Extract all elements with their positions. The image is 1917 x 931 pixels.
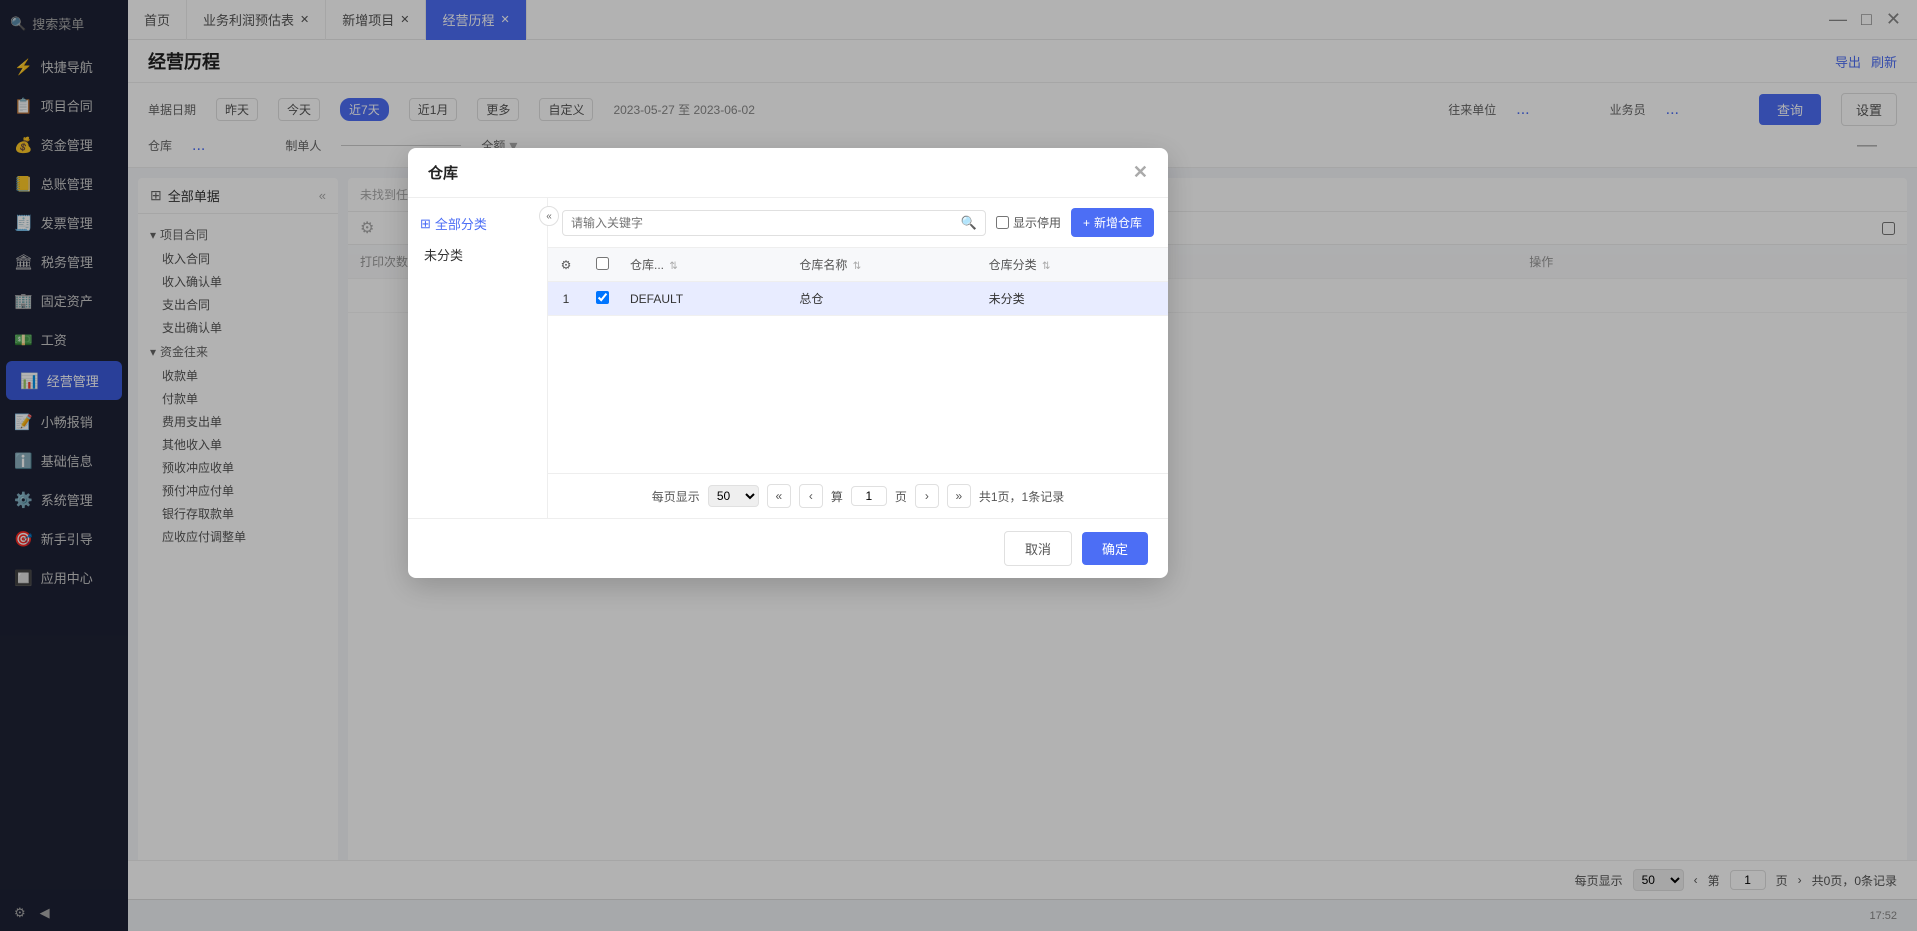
- confirm-button[interactable]: 确定: [1082, 532, 1148, 565]
- add-warehouse-btn[interactable]: + 新增仓库: [1071, 208, 1154, 237]
- category-list: 未分类: [408, 239, 547, 270]
- content-toolbar: 🔍 显示停用 + 新增仓库: [548, 198, 1168, 248]
- row-checkbox[interactable]: [584, 282, 620, 316]
- table-row[interactable]: 1 DEFAULT 总仓 未分类: [548, 282, 1168, 316]
- show-disabled-checkbox[interactable]: [996, 216, 1009, 229]
- modal-close-icon[interactable]: ✕: [1133, 162, 1148, 183]
- modal-footer: 取消 确定: [408, 518, 1168, 578]
- category-collapse-btn[interactable]: «: [539, 206, 559, 226]
- row-select-checkbox[interactable]: [596, 291, 609, 304]
- page-label: 算: [831, 488, 843, 505]
- next-page-btn[interactable]: ›: [915, 484, 939, 508]
- page-suffix: 页: [895, 488, 907, 505]
- search-wrap: 🔍: [562, 210, 986, 236]
- show-disabled-label: 显示停用: [996, 214, 1061, 231]
- per-page-label: 每页显示: [652, 488, 700, 505]
- row-id: 1: [548, 282, 584, 316]
- add-warehouse-label: 新增仓库: [1094, 214, 1142, 231]
- sort-icon-code[interactable]: ⇅: [669, 261, 677, 272]
- row-name: 总仓: [789, 282, 978, 316]
- all-categories-label: 全部分类: [435, 214, 487, 233]
- plus-icon: +: [1083, 216, 1090, 230]
- sort-icon-category[interactable]: ⇅: [1042, 261, 1050, 272]
- sort-icon-name[interactable]: ⇅: [853, 261, 861, 272]
- total-text: 共1页，1条记录: [979, 488, 1064, 505]
- col-name: 仓库名称 ⇅: [789, 248, 978, 282]
- content-panel: 🔍 显示停用 + 新增仓库 ⚙: [548, 198, 1168, 518]
- hashtag-icon: ⊞: [420, 216, 431, 232]
- table-select-all[interactable]: [596, 257, 609, 270]
- col-category: 仓库分类 ⇅: [979, 248, 1168, 282]
- col-code: 仓库... ⇅: [620, 248, 789, 282]
- show-disabled-text: 显示停用: [1013, 214, 1061, 231]
- col-settings[interactable]: ⚙: [548, 248, 584, 282]
- cat-uncategorized[interactable]: 未分类: [408, 239, 547, 270]
- modal-title: 仓库: [428, 162, 458, 183]
- page-input[interactable]: [851, 486, 887, 506]
- modal-body: ⊞ 全部分类 « 未分类 🔍 显示停用: [408, 198, 1168, 518]
- all-categories[interactable]: ⊞ 全部分类: [408, 208, 547, 239]
- row-category: 未分类: [979, 282, 1168, 316]
- per-page-select[interactable]: 50 10 20 100: [708, 485, 759, 507]
- modal-header: 仓库 ✕: [408, 148, 1168, 198]
- last-page-btn[interactable]: »: [947, 484, 971, 508]
- first-page-btn[interactable]: «: [767, 484, 791, 508]
- warehouse-table: ⚙ 仓库... ⇅ 仓库名称 ⇅: [548, 248, 1168, 316]
- warehouse-modal: 仓库 ✕ ⊞ 全部分类 « 未分类 🔍: [408, 148, 1168, 578]
- row-code: DEFAULT: [620, 282, 789, 316]
- prev-page-btn[interactable]: ‹: [799, 484, 823, 508]
- gear-icon: ⚙: [561, 258, 572, 272]
- search-icon: 🔍: [961, 215, 977, 231]
- search-input[interactable]: [571, 216, 955, 230]
- cancel-button[interactable]: 取消: [1004, 531, 1072, 566]
- warehouse-table-wrap: ⚙ 仓库... ⇅ 仓库名称 ⇅: [548, 248, 1168, 473]
- category-panel: ⊞ 全部分类 « 未分类: [408, 198, 548, 518]
- modal-pagination: 每页显示 50 10 20 100 « ‹ 算 页 › » 共1页，1条记录: [548, 473, 1168, 518]
- cat-uncategorized-label: 未分类: [424, 248, 463, 263]
- col-check: [584, 248, 620, 282]
